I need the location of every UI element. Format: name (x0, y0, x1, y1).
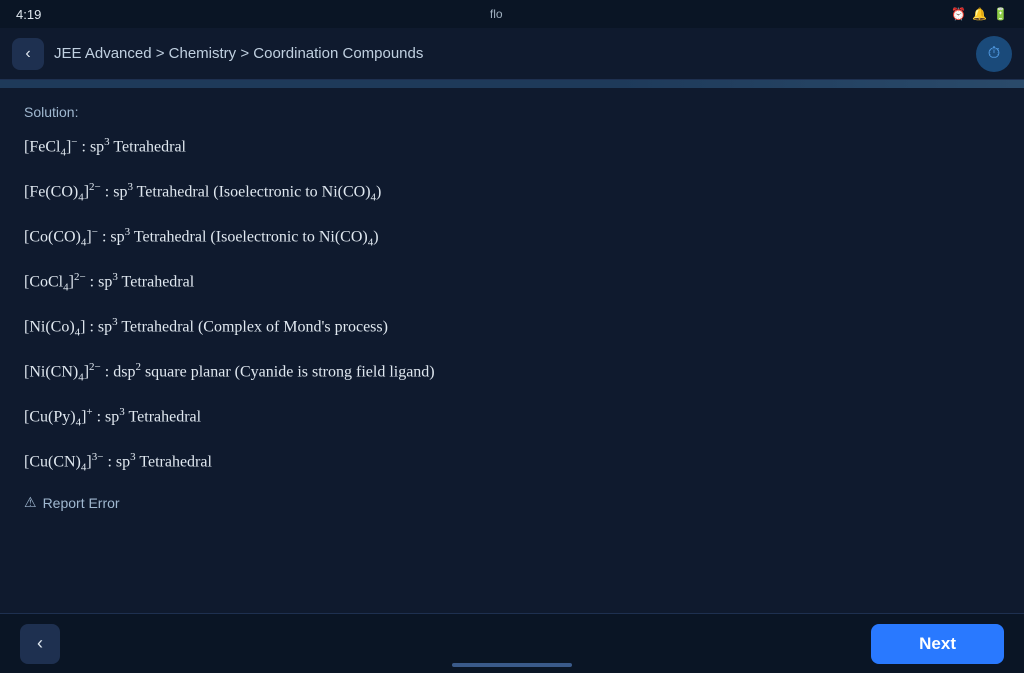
status-bar: 4:19 flo ⏰ 🔔 🔋 (0, 0, 1024, 28)
chem-line-2: [Fe(CO)4]2− : sp3 Tetrahedral (Isoelectr… (24, 179, 1000, 206)
chem-line-6: [Ni(CN)4]2− : dsp2 square planar (Cyanid… (24, 359, 1000, 386)
nav-right: ⏱ (976, 36, 1012, 72)
bottom-indicator (452, 663, 572, 667)
timer-button[interactable]: ⏱ (976, 36, 1012, 72)
warning-icon: ⚠ (24, 494, 37, 511)
chem-line-5: [Ni(Co)4] : sp3 Tetrahedral (Complex of … (24, 314, 1000, 341)
chem-line-7: [Cu(Py)4]+ : sp3 Tetrahedral (24, 404, 1000, 431)
prev-button[interactable]: ‹ (20, 624, 60, 664)
solution-label: Solution: (24, 104, 1000, 120)
report-error-button[interactable]: ⚠ Report Error (24, 494, 1000, 511)
nav-bar: ‹ JEE Advanced > Chemistry > Coordinatio… (0, 28, 1024, 80)
breadcrumb: JEE Advanced > Chemistry > Coordination … (54, 45, 423, 62)
status-icons: ⏰ 🔔 🔋 (951, 7, 1008, 22)
progress-bar (0, 80, 1024, 88)
battery-icon: 🔋 (993, 7, 1008, 22)
sound-icon: 🔔 (972, 7, 987, 22)
main-content: Solution: [FeCl4]− : sp3 Tetrahedral [Fe… (0, 88, 1024, 613)
chem-line-8: [Cu(CN)4]3− : sp3 Tetrahedral (24, 449, 1000, 476)
back-button[interactable]: ‹ (12, 38, 44, 70)
chem-line-1: [FeCl4]− : sp3 Tetrahedral (24, 134, 1000, 161)
next-button[interactable]: Next (871, 624, 1004, 664)
nav-left: ‹ JEE Advanced > Chemistry > Coordinatio… (12, 38, 423, 70)
chem-line-4: [CoCl4]2− : sp3 Tetrahedral (24, 269, 1000, 296)
alarm-icon: ⏰ (951, 7, 966, 22)
status-app-name: flo (490, 7, 503, 21)
report-error-label: Report Error (43, 495, 120, 511)
bottom-bar: ‹ Next (0, 613, 1024, 673)
status-time: 4:19 (16, 7, 41, 22)
chem-line-3: [Co(CO)4]− : sp3 Tetrahedral (Isoelectro… (24, 224, 1000, 251)
